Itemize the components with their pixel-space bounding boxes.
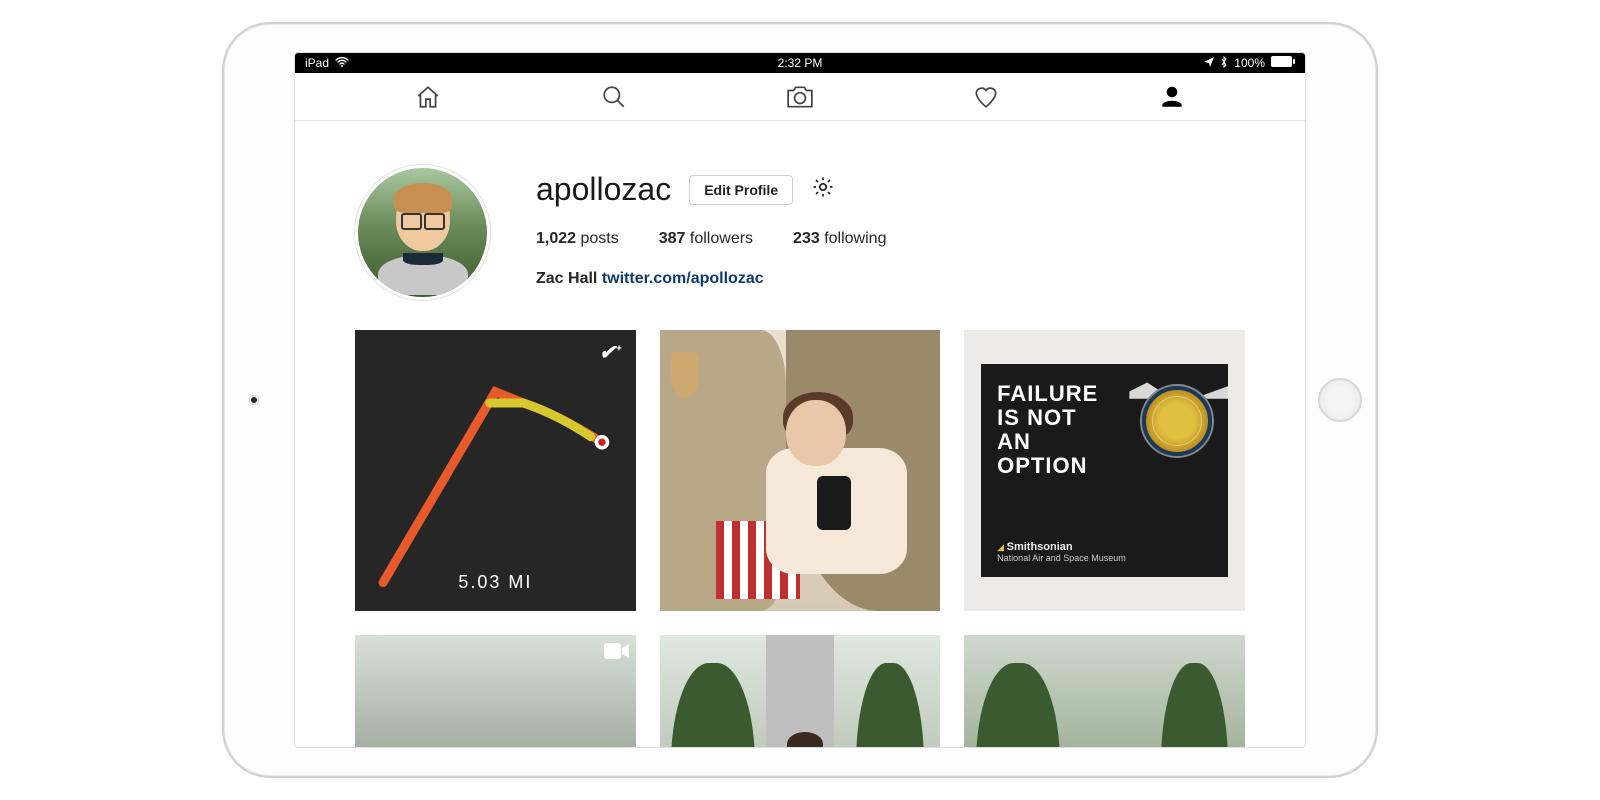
status-battery-text: 100% <box>1234 56 1265 70</box>
followers-count: 387 <box>659 230 686 247</box>
gear-icon[interactable] <box>811 175 835 204</box>
avatar[interactable] <box>355 165 490 300</box>
profile-icon[interactable] <box>1158 83 1186 111</box>
battery-icon <box>1271 56 1295 70</box>
post-thumbnail[interactable]: FAILURE IS NOT AN OPTION ◢ Smithsonian N… <box>964 330 1245 611</box>
status-bar: iPad 2:32 PM 100% <box>295 53 1305 73</box>
location-icon <box>1204 56 1214 70</box>
screen: iPad 2:32 PM 100% <box>294 52 1306 748</box>
bio-name: Zac Hall <box>536 270 597 287</box>
camera-icon[interactable] <box>786 83 814 111</box>
post-thumbnail[interactable] <box>964 635 1245 748</box>
status-device: iPad <box>305 56 329 70</box>
bluetooth-icon <box>1220 56 1228 71</box>
mission-patch-icon <box>1142 386 1212 456</box>
post-thumbnail[interactable]: ✔+ 5.03 MI <box>355 330 636 611</box>
triangle-icon: ◢ <box>997 542 1004 552</box>
posts-label: posts <box>581 230 619 247</box>
profile-username: apollozac <box>536 171 671 208</box>
status-time: 2:32 PM <box>778 56 823 70</box>
followers-label: followers <box>690 230 753 247</box>
activity-icon[interactable] <box>972 83 1000 111</box>
ipad-camera <box>249 395 259 405</box>
video-icon <box>604 641 630 666</box>
profile-header: apollozac Edit Profile 1,022 posts 387 f… <box>295 121 1305 320</box>
top-nav <box>295 73 1305 121</box>
following-stat[interactable]: 233 following <box>793 230 886 248</box>
post-thumbnail[interactable] <box>660 330 941 611</box>
wifi-icon <box>335 56 349 70</box>
post-thumbnail[interactable] <box>660 635 941 748</box>
post-thumbnail[interactable] <box>355 635 636 748</box>
feed-grid: ✔+ 5.03 MI <box>295 320 1305 748</box>
book-subtitle: National Air and Space Museum <box>997 553 1126 563</box>
followers-stat[interactable]: 387 followers <box>659 230 753 248</box>
book-publisher: Smithsonian <box>1007 541 1073 553</box>
ipad-home-button[interactable] <box>1318 378 1362 422</box>
edit-profile-button[interactable]: Edit Profile <box>689 175 793 205</box>
following-count: 233 <box>793 230 820 247</box>
book-line: OPTION <box>997 454 1212 478</box>
posts-count: 1,022 <box>536 230 576 247</box>
ipad-frame: iPad 2:32 PM 100% <box>222 22 1378 778</box>
bio-link[interactable]: twitter.com/apollozac <box>602 270 764 287</box>
search-icon[interactable] <box>600 83 628 111</box>
run-distance: 5.03 MI <box>355 572 636 593</box>
posts-stat[interactable]: 1,022 posts <box>536 230 619 248</box>
following-label: following <box>824 230 886 247</box>
home-icon[interactable] <box>414 83 442 111</box>
run-path-icon <box>355 330 636 611</box>
